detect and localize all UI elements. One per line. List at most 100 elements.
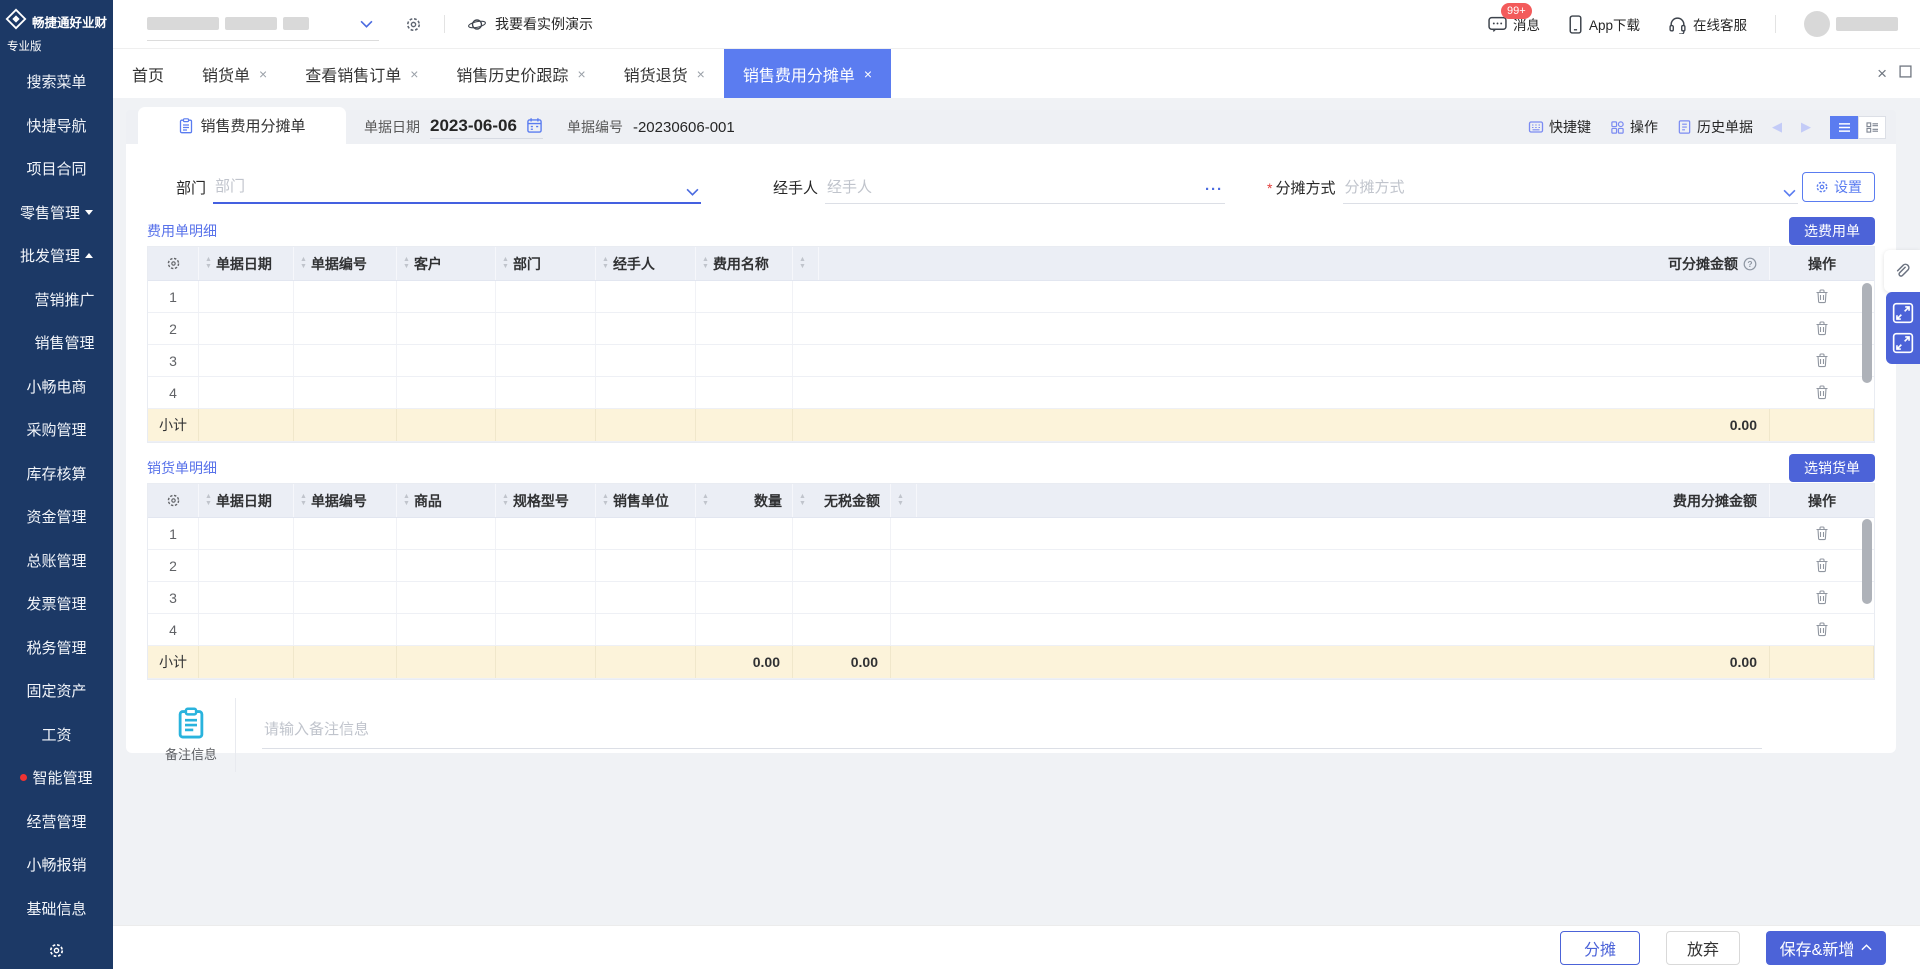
sidebar-item-xiaochang-expense[interactable]: 小畅报销 [0, 843, 113, 887]
doc-type-tab[interactable]: 销售费用分摊单 [138, 107, 346, 144]
messages-button[interactable]: 99+ 消息 [1488, 3, 1540, 34]
chevron-down-icon[interactable] [686, 188, 699, 196]
col-header-doc-number[interactable]: ▲ ▼ 单据编号 [294, 484, 397, 517]
close-icon[interactable]: × [864, 67, 872, 81]
sales-table-row[interactable]: 3 [148, 582, 1874, 614]
sidebar-item-sales-mgmt[interactable]: 销售管理 [0, 321, 113, 365]
company-selector[interactable] [147, 7, 379, 41]
allocation-method-input[interactable] [1342, 179, 1798, 203]
select-sales-doc-button[interactable]: 选销货单 [1789, 454, 1875, 482]
table-scrollbar-thumb[interactable] [1862, 283, 1872, 383]
expense-table-row[interactable]: 4 [148, 377, 1874, 409]
tab-home[interactable]: 首页 [113, 49, 183, 98]
col-header-expense-allocated-amount[interactable]: 费用分摊金额 [917, 484, 1770, 517]
handler-input[interactable] [825, 179, 1226, 203]
sidebar-item-general-ledger[interactable]: 总账管理 [0, 539, 113, 583]
select-expense-doc-button[interactable]: 选费用单 [1789, 217, 1875, 245]
tab-sales-price-history[interactable]: 销售历史价跟踪 × [437, 49, 604, 98]
online-support-button[interactable]: 在线客服 [1668, 14, 1747, 34]
sales-table-row[interactable]: 1 [148, 518, 1874, 550]
sidebar-item-smart-mgmt[interactable]: 智能管理 [0, 756, 113, 800]
allocate-button[interactable]: 分摊 [1560, 930, 1640, 965]
chevron-down-icon[interactable] [1783, 189, 1796, 197]
delete-row-trash-icon[interactable] [1776, 590, 1868, 605]
expense-table-row[interactable]: 3 [148, 345, 1874, 377]
discard-button[interactable]: 放弃 [1666, 930, 1740, 965]
col-header-extra[interactable]: ▲ ▼ [891, 484, 917, 517]
expense-detail-title[interactable]: 费用单明细 [147, 221, 217, 241]
maximize-icon[interactable] [1899, 64, 1912, 83]
delete-row-trash-icon[interactable] [1776, 385, 1868, 400]
sidebar-item-funds-mgmt[interactable]: 资金管理 [0, 495, 113, 539]
sidebar-item-marketing-promo[interactable]: 营销推广 [0, 278, 113, 322]
sales-table-row[interactable]: 4 [148, 614, 1874, 646]
tab-sales-delivery[interactable]: 销货单 × [183, 49, 286, 98]
close-icon[interactable]: × [577, 67, 585, 81]
sidebar-item-xiaochang-ecommerce[interactable]: 小畅电商 [0, 365, 113, 409]
col-header-sales-unit[interactable]: ▲ ▼ 销售单位 [596, 484, 696, 517]
sidebar-item-search-menu[interactable]: 搜索菜单 [0, 60, 113, 104]
gear-icon[interactable] [405, 16, 422, 33]
settings-button[interactable]: 设置 [1802, 172, 1875, 202]
attachment-button[interactable] [1884, 250, 1920, 292]
demo-link[interactable]: 我要看实例演示 [467, 14, 593, 34]
more-options-icon[interactable]: ··· [1205, 182, 1223, 197]
col-header-quantity[interactable]: ▲ ▼ 数量 [696, 484, 793, 517]
tab-view-sales-orders[interactable]: 查看销售订单 × [286, 49, 437, 98]
col-header-spec-model[interactable]: ▲ ▼ 规格型号 [496, 484, 596, 517]
card-view-toggle[interactable] [1858, 115, 1886, 139]
sidebar-item-wholesale-mgmt[interactable]: 批发管理 [0, 234, 113, 278]
table-scrollbar-thumb[interactable] [1862, 519, 1872, 604]
delete-row-trash-icon[interactable] [1776, 321, 1868, 336]
delete-row-trash-icon[interactable] [1776, 622, 1868, 637]
col-header-expense-name[interactable]: ▲ ▼ 费用名称 [696, 247, 793, 280]
col-header-product[interactable]: ▲ ▼ 商品 [397, 484, 496, 517]
app-download-button[interactable]: App下载 [1568, 14, 1640, 34]
delete-row-trash-icon[interactable] [1776, 558, 1868, 573]
doc-date-field[interactable]: 2023-06-06 [430, 116, 543, 139]
close-icon[interactable]: × [259, 67, 267, 81]
col-header-handler[interactable]: ▲ ▼ 经手人 [596, 247, 696, 280]
expand-icon[interactable] [1892, 302, 1914, 324]
calendar-icon[interactable] [526, 117, 543, 134]
sidebar-item-project-contract[interactable]: 项目合同 [0, 147, 113, 191]
col-header-allocatable-amount[interactable]: 可分摊金额? [819, 247, 1770, 280]
sidebar-item-invoice-mgmt[interactable]: 发票管理 [0, 582, 113, 626]
save-and-new-button[interactable]: 保存&新增 [1766, 930, 1886, 965]
sales-detail-title[interactable]: 销货单明细 [147, 458, 217, 478]
col-header-doc-date[interactable]: ▲ ▼ 单据日期 [199, 484, 294, 517]
col-header-doc-number[interactable]: ▲ ▼ 单据编号 [294, 247, 397, 280]
department-input[interactable] [213, 178, 702, 202]
sidebar-settings-gear-icon[interactable] [0, 942, 113, 959]
next-doc-icon[interactable]: ▶ [1801, 119, 1811, 135]
sidebar-item-quick-nav[interactable]: 快捷导航 [0, 104, 113, 148]
expense-table-row[interactable]: 2 [148, 313, 1874, 345]
sidebar-item-tax-mgmt[interactable]: 税务管理 [0, 626, 113, 670]
sidebar-item-retail-mgmt[interactable]: 零售管理 [0, 191, 113, 235]
delete-row-trash-icon[interactable] [1776, 526, 1868, 541]
history-docs-button[interactable]: 历史单据 [1677, 117, 1753, 137]
col-header-doc-date[interactable]: ▲ ▼ 单据日期 [199, 247, 294, 280]
col-header-customer[interactable]: ▲ ▼ 客户 [397, 247, 496, 280]
remark-input[interactable] [262, 721, 1762, 749]
close-icon[interactable]: × [697, 67, 705, 81]
close-icon[interactable]: × [410, 67, 418, 81]
sales-table-row[interactable]: 2 [148, 550, 1874, 582]
list-view-toggle[interactable] [1830, 115, 1858, 139]
close-all-icon[interactable]: × [1877, 64, 1887, 84]
col-header-extra[interactable]: ▲ ▼ [793, 247, 819, 280]
prev-doc-icon[interactable]: ◀ [1772, 119, 1782, 135]
shortcut-keys-button[interactable]: 快捷键 [1528, 117, 1591, 137]
sidebar-item-payroll[interactable]: 工资 [0, 713, 113, 757]
col-header-department[interactable]: ▲ ▼ 部门 [496, 247, 596, 280]
delete-row-trash-icon[interactable] [1776, 353, 1868, 368]
sidebar-item-fixed-assets[interactable]: 固定资产 [0, 669, 113, 713]
expand-icon[interactable] [1892, 332, 1914, 354]
sidebar-item-purchase-mgmt[interactable]: 采购管理 [0, 408, 113, 452]
sidebar-item-business-mgmt[interactable]: 经营管理 [0, 800, 113, 844]
info-icon[interactable]: ? [1743, 257, 1757, 271]
operations-button[interactable]: 操作 [1610, 117, 1658, 137]
col-header-notax-amount[interactable]: ▲ ▼ 无税金额 [793, 484, 891, 517]
user-account[interactable] [1804, 11, 1898, 37]
delete-row-trash-icon[interactable] [1776, 289, 1868, 304]
